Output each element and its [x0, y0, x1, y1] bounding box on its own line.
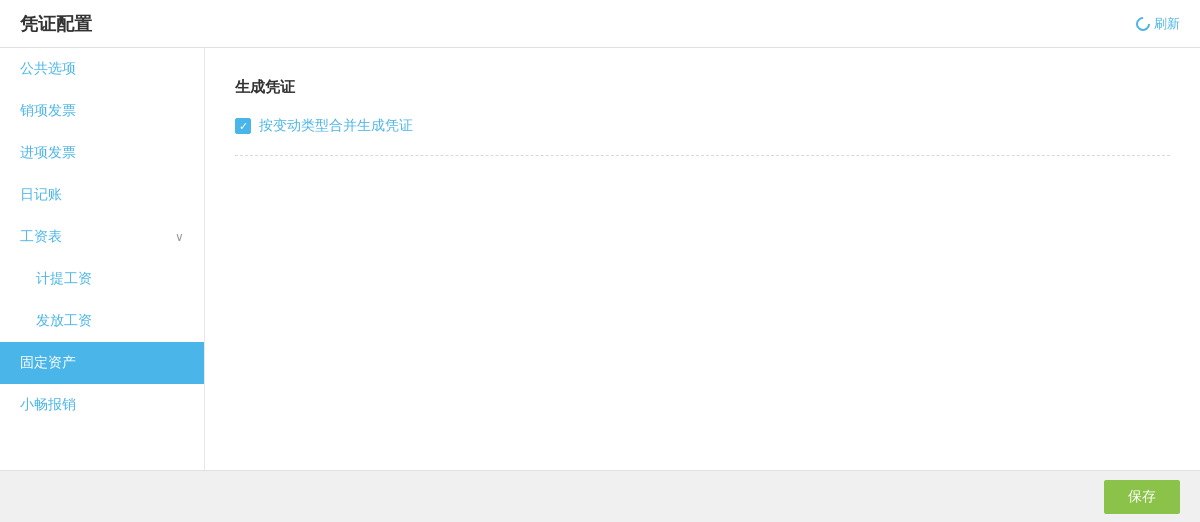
sidebar-item-label: 工资表: [20, 228, 62, 246]
sidebar-item-purchase-invoice[interactable]: 进项发票: [0, 132, 204, 174]
checkbox-label: 按变动类型合并生成凭证: [259, 117, 413, 135]
sidebar-item-payroll[interactable]: 工资表 ∨: [0, 216, 204, 258]
chevron-down-icon: ∨: [175, 230, 184, 244]
sidebar-item-calc-salary[interactable]: 计提工资: [0, 258, 204, 300]
sidebar-item-label: 公共选项: [20, 60, 76, 78]
sidebar-item-expense-report[interactable]: 小畅报销: [0, 384, 204, 426]
footer: 保存: [0, 470, 1200, 522]
section-title: 生成凭证: [235, 78, 1170, 97]
sidebar-item-journal[interactable]: 日记账: [0, 174, 204, 216]
merge-by-type-checkbox[interactable]: ✓: [235, 118, 251, 134]
sidebar-item-pay-salary[interactable]: 发放工资: [0, 300, 204, 342]
refresh-label: 刷新: [1154, 15, 1180, 33]
sidebar-item-label: 计提工资: [36, 270, 92, 288]
checkbox-row: ✓ 按变动类型合并生成凭证: [235, 117, 1170, 156]
sidebar-item-label: 小畅报销: [20, 396, 76, 414]
sidebar-item-public-options[interactable]: 公共选项: [0, 48, 204, 90]
main-area: 公共选项 销项发票 进项发票 日记账 工资表 ∨ 计提工资 发放工资 固定资: [0, 48, 1200, 470]
sidebar-item-label: 发放工资: [36, 312, 92, 330]
refresh-button[interactable]: 刷新: [1136, 15, 1180, 33]
sidebar-item-fixed-assets[interactable]: 固定资产: [0, 342, 204, 384]
refresh-icon: [1133, 14, 1153, 34]
sidebar-item-label: 销项发票: [20, 102, 76, 120]
sidebar-item-label: 进项发票: [20, 144, 76, 162]
page-title: 凭证配置: [20, 12, 92, 36]
header: 凭证配置 刷新: [0, 0, 1200, 48]
sidebar: 公共选项 销项发票 进项发票 日记账 工资表 ∨ 计提工资 发放工资 固定资: [0, 48, 205, 470]
content-area: 生成凭证 ✓ 按变动类型合并生成凭证: [205, 48, 1200, 470]
check-mark-icon: ✓: [239, 121, 248, 132]
sidebar-item-sales-invoice[interactable]: 销项发票: [0, 90, 204, 132]
sidebar-item-label: 日记账: [20, 186, 62, 204]
save-button[interactable]: 保存: [1104, 480, 1180, 514]
sidebar-item-label: 固定资产: [20, 354, 76, 372]
